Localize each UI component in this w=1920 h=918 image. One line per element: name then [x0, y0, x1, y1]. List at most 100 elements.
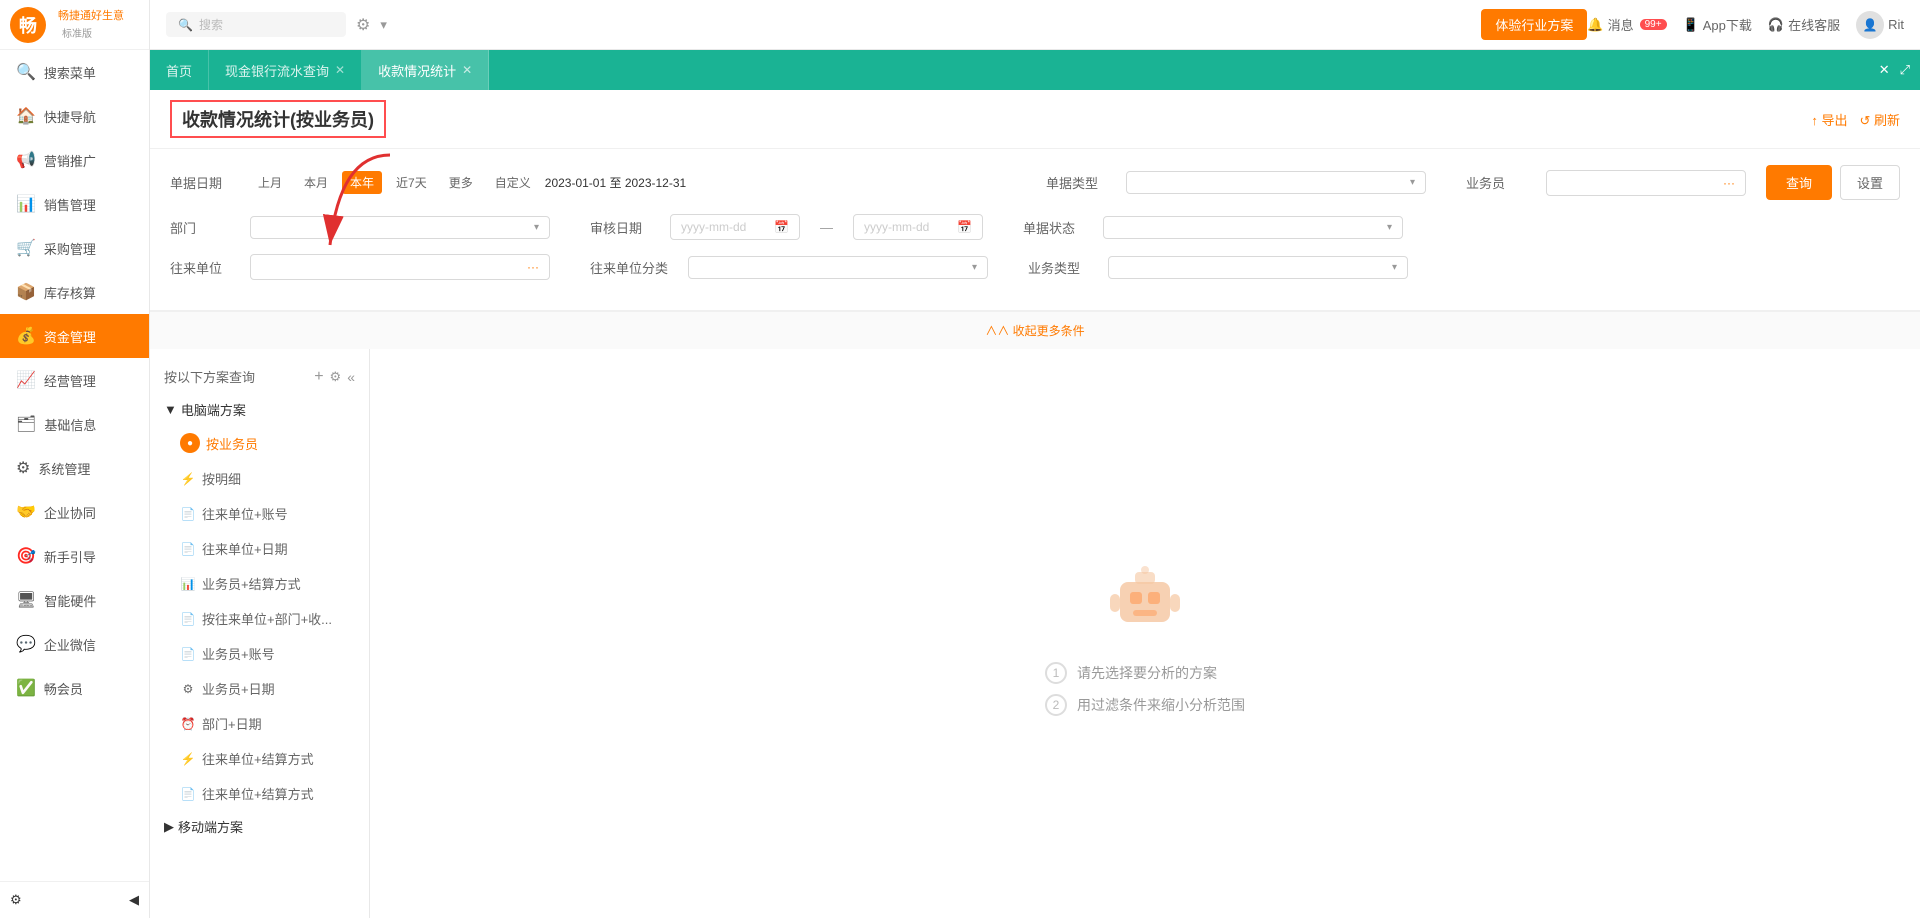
export-icon: ↑ [1811, 113, 1818, 128]
sidebar-item-quicknav[interactable]: 🏠 快捷导航 [0, 94, 149, 138]
business-type-select[interactable]: ▾ [1108, 256, 1408, 279]
scheme-item-by-salesperson[interactable]: ● 按业务员 [150, 425, 369, 461]
empty-step-2: 2 用过滤条件来缩小分析范围 [1045, 694, 1245, 716]
scheme-item-partner-payment-1[interactable]: ⚡ 往来单位+结算方式 [150, 741, 369, 776]
tab-receipt-close-icon[interactable]: ✕ [462, 63, 472, 77]
system-icon: ⚙ [16, 458, 30, 478]
sidebar-item-sales[interactable]: 📊 销售管理 [0, 182, 149, 226]
sidebar-item-purchase[interactable]: 🛒 采购管理 [0, 226, 149, 270]
date-btn-this-year[interactable]: 本年 [342, 171, 382, 194]
doc-status-filter-label: 单据状态 [1023, 218, 1083, 237]
sidebar-item-business[interactable]: 📈 经营管理 [0, 358, 149, 402]
scheme-group-pc-label: 电脑端方案 [181, 400, 246, 419]
scheme-item-partner-payment-2[interactable]: 📄 往来单位+结算方式 [150, 776, 369, 811]
scheme-detail-icon: ⚡ [180, 471, 196, 487]
sidebar-item-search[interactable]: 🔍 搜索菜单 [0, 50, 149, 94]
sidebar-item-label: 企业微信 [44, 635, 96, 654]
search-placeholder: 搜索 [199, 16, 223, 33]
date-btn-last-month[interactable]: 上月 [250, 171, 290, 194]
add-scheme-icon[interactable]: + [314, 368, 323, 386]
wechat-icon: 💬 [16, 634, 36, 654]
sidebar-item-system[interactable]: ⚙ 系统管理 [0, 446, 149, 490]
sidebar-item-wechat[interactable]: 💬 企业微信 [0, 622, 149, 666]
scheme-item-label: 往来单位+日期 [202, 539, 288, 558]
collapse-bar[interactable]: ∧∧ 收起更多条件 [150, 311, 1920, 349]
sidebar-item-label: 采购管理 [44, 239, 96, 258]
doc-type-select[interactable]: ▾ [1126, 171, 1426, 194]
notification-item[interactable]: 🔔 消息 99+ [1587, 15, 1666, 34]
sidebar-item-enterprise[interactable]: 🤝 企业协同 [0, 490, 149, 534]
topbar-right: 🔔 消息 99+ 📱 App下载 🎧 在线客服 👤 Rit [1587, 11, 1904, 39]
doc-status-select[interactable]: ▾ [1103, 216, 1403, 239]
date-btn-7days[interactable]: 近7天 [388, 171, 435, 194]
partner-category-select[interactable]: ▾ [688, 256, 988, 279]
user-item[interactable]: 👤 Rit [1856, 11, 1904, 39]
query-button[interactable]: 查询 [1766, 165, 1832, 200]
collapse-label: 收起更多条件 [1013, 324, 1085, 338]
sidebar-item-label: 企业协同 [44, 503, 96, 522]
scheme-item-detail[interactable]: ⚡ 按明细 [150, 461, 369, 496]
scheme-item-partner-account[interactable]: 📄 往来单位+账号 [150, 496, 369, 531]
sidebar-item-hardware[interactable]: 🖥 智能硬件 [0, 578, 149, 622]
salesperson-select[interactable]: ··· [1546, 170, 1746, 196]
sidebar-item-inventory[interactable]: 📦 库存核算 [0, 270, 149, 314]
tab-receipt[interactable]: 收款情况统计 ✕ [362, 50, 489, 90]
tab-bank[interactable]: 现金银行流水查询 ✕ [209, 50, 362, 90]
search-topbar-icon: 🔍 [178, 18, 193, 32]
scheme-item-dept-date[interactable]: ⏰ 部门+日期 [150, 706, 369, 741]
collapse-sidebar-icon[interactable]: ◀ [129, 892, 139, 908]
scheme-group-pc-title[interactable]: ▼ 电脑端方案 [150, 394, 369, 425]
sidebar-item-finance[interactable]: 💰 资金管理 [0, 314, 149, 358]
chevron-up-icon: ∧∧ [985, 324, 1009, 338]
date-range-text: 2023-01-01 至 2023-12-31 [545, 174, 686, 191]
scheme-group-mobile-title[interactable]: ▶ 移动端方案 [150, 811, 369, 842]
review-date-end-placeholder: yyyy-mm-dd [864, 220, 929, 234]
tab-bar: 首页 现金银行流水查询 ✕ 收款情况统计 ✕ ✕ ⤢ [150, 50, 1920, 90]
scheme-item-label: 按往来单位+部门+收... [202, 609, 332, 628]
settings-bottom-icon[interactable]: ⚙ [10, 892, 22, 908]
industry-solution-button[interactable]: 体验行业方案 [1481, 9, 1587, 40]
dept-select[interactable]: ▾ [250, 216, 550, 239]
date-btn-custom[interactable]: 自定义 [487, 171, 539, 194]
export-label: 导出 [1821, 113, 1847, 128]
date-btn-this-month[interactable]: 本月 [296, 171, 336, 194]
export-button[interactable]: ↑ 导出 [1811, 110, 1847, 129]
sidebar-item-guide[interactable]: 🎯 新手引导 [0, 534, 149, 578]
topbar-search[interactable]: 🔍 搜索 [166, 12, 346, 37]
collapse-panel-icon[interactable]: « [347, 369, 355, 385]
topbar-settings-icon[interactable]: ⚙ [356, 15, 370, 35]
partner-select[interactable]: ··· [250, 254, 550, 280]
sidebar-item-base[interactable]: 🗂 基础信息 [0, 402, 149, 446]
left-panel-header-actions: + ⚙ « [314, 368, 355, 386]
scheme-item-partner-date[interactable]: 📄 往来单位+日期 [150, 531, 369, 566]
tab-home[interactable]: 首页 [150, 50, 209, 90]
scheme-settings-icon[interactable]: ⚙ [330, 369, 342, 385]
content-area: 按以下方案查询 + ⚙ « ▼ 电脑端方案 ● [150, 349, 1920, 918]
member-icon: ✅ [16, 678, 36, 698]
guide-icon: 🎯 [16, 546, 36, 566]
business-type-filter-label: 业务类型 [1028, 258, 1088, 277]
sidebar-item-marketing[interactable]: 📢 营销推广 [0, 138, 149, 182]
sidebar-item-member[interactable]: ✅ 畅会员 [0, 666, 149, 710]
step-1-text: 请先选择要分析的方案 [1077, 663, 1217, 683]
scheme-item-salesperson-account[interactable]: 📄 业务员+账号 [150, 636, 369, 671]
online-service-item[interactable]: 🎧 在线客服 [1768, 15, 1840, 34]
window-close-icon[interactable]: ✕ [1879, 62, 1890, 78]
enterprise-icon: 🤝 [16, 502, 36, 522]
tab-bank-close-icon[interactable]: ✕ [335, 63, 345, 77]
sidebar-item-label: 营销推广 [44, 151, 96, 170]
window-maximize-icon[interactable]: ⤢ [1900, 62, 1910, 78]
review-date-end[interactable]: yyyy-mm-dd 📅 [853, 214, 983, 240]
setting-button[interactable]: 设置 [1840, 165, 1900, 200]
purchase-icon: 🛒 [16, 238, 36, 258]
partner-category-arrow-icon: ▾ [972, 262, 977, 273]
topbar-dropdown-icon[interactable]: ▾ [380, 17, 387, 33]
refresh-button[interactable]: ↺ 刷新 [1859, 110, 1900, 129]
date-btn-more[interactable]: 更多 [441, 171, 481, 194]
scheme-item-salesperson-payment[interactable]: 📊 业务员+结算方式 [150, 566, 369, 601]
scheme-item-partner-dept[interactable]: 📄 按往来单位+部门+收... [150, 601, 369, 636]
scheme-item-salesperson-date[interactable]: ⚙ 业务员+日期 [150, 671, 369, 706]
app-download-item[interactable]: 📱 App下载 [1683, 15, 1752, 34]
review-date-start[interactable]: yyyy-mm-dd 📅 [670, 214, 800, 240]
filter-actions: 查询 设置 [1766, 165, 1900, 200]
